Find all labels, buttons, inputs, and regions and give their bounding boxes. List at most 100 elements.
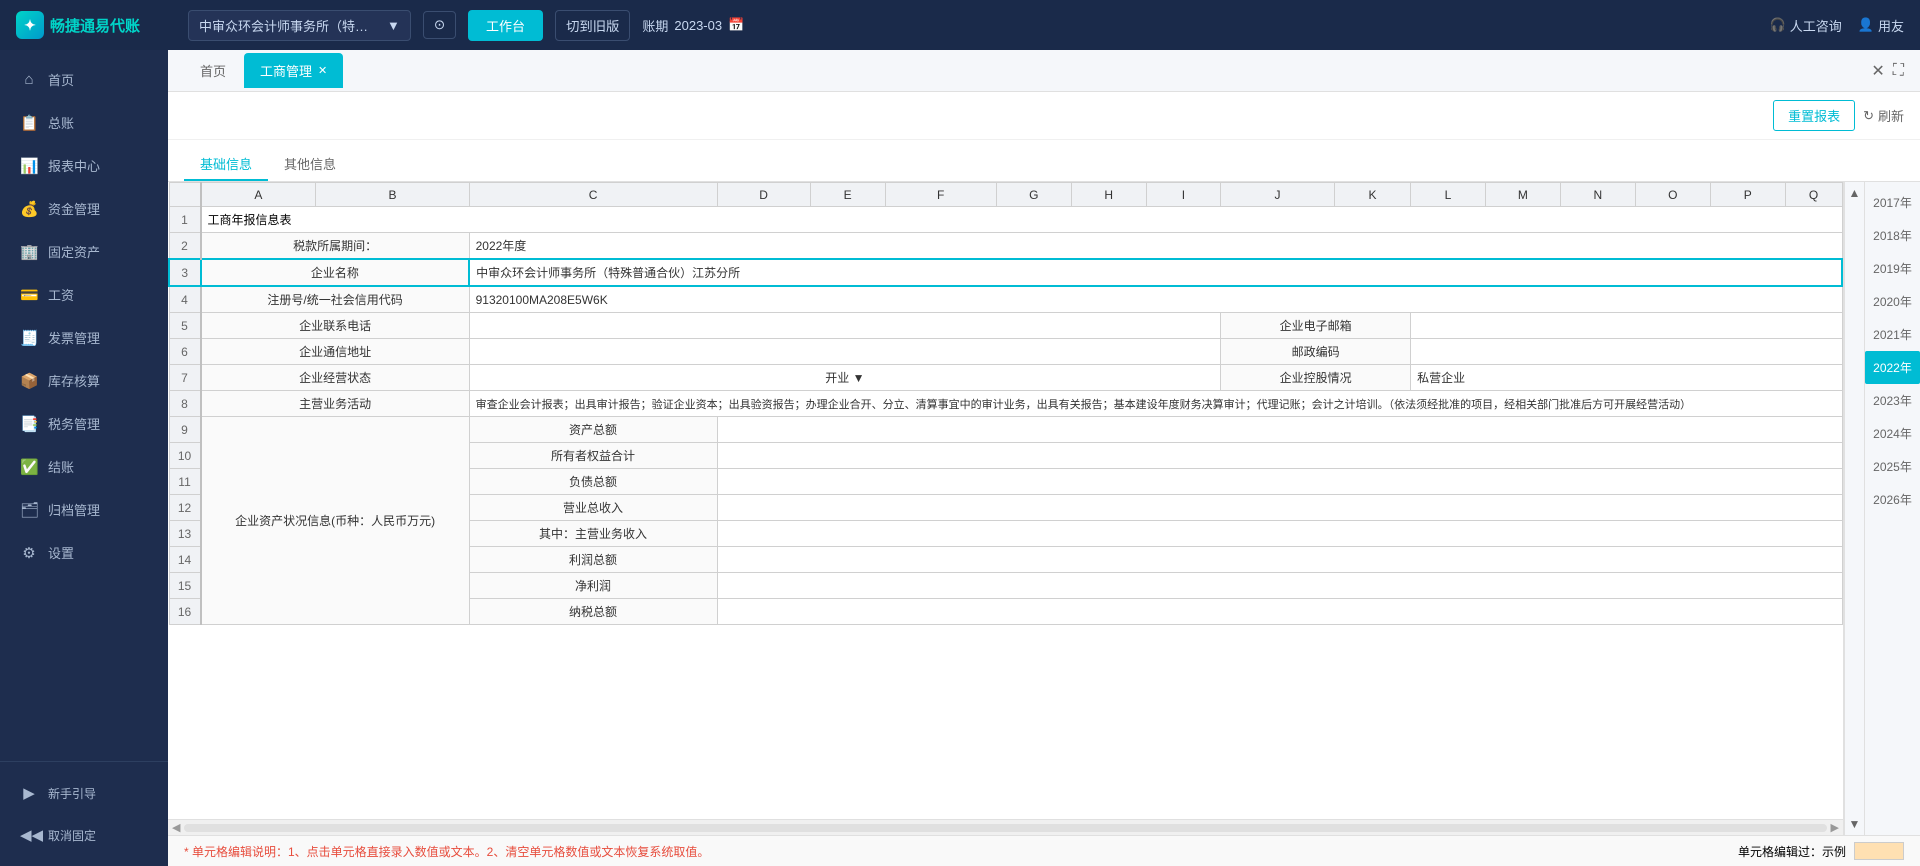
sample-label: 单元格编辑过：示例 [1738, 843, 1846, 860]
col-header-K[interactable]: K [1334, 183, 1410, 207]
profit-value[interactable] [717, 547, 1842, 573]
col-header-P[interactable]: P [1710, 183, 1785, 207]
payroll-icon: 💳 [20, 286, 38, 304]
col-header-G[interactable]: G [996, 183, 1071, 207]
tax-total-value[interactable] [717, 599, 1842, 625]
year-item-2023[interactable]: 2023年 [1865, 384, 1920, 417]
sidebar-item-finance[interactable]: 💰 资金管理 [0, 187, 168, 230]
spreadsheet-title[interactable]: 工商年报信息表 [201, 207, 1842, 233]
h-scroll-track[interactable] [184, 824, 1826, 832]
net-profit-label: 净利润 [469, 573, 717, 599]
logo: ✦ 畅捷通易代账 [16, 11, 176, 39]
row-num-16: 16 [169, 599, 201, 625]
net-profit-value[interactable] [717, 573, 1842, 599]
sub-tab-basic[interactable]: 基础信息 [184, 148, 268, 181]
col-header-I[interactable]: I [1146, 183, 1220, 207]
sidebar-item-inventory[interactable]: 📦 库存核算 [0, 359, 168, 402]
total-assets-value[interactable] [717, 417, 1842, 443]
postal-value[interactable] [1411, 339, 1842, 365]
spreadsheet-wrap[interactable]: A B C D E F G H I J K L [168, 182, 1843, 819]
year-label: 2021年 [1873, 328, 1912, 342]
company-value[interactable]: 中审众环会计师事务所（特殊普通合伙）江苏分所 [469, 259, 1842, 286]
sidebar-item-guide[interactable]: ▶ 新手引导 [0, 772, 168, 814]
email-value[interactable] [1411, 313, 1842, 339]
business-value[interactable]: 审查企业会计报表；出具审计报告；验证企业资本；出具验资报告；办理企业合开、分立、… [469, 391, 1842, 417]
col-header-Q[interactable]: Q [1785, 183, 1842, 207]
sidebar-item-report[interactable]: 📊 报表中心 [0, 144, 168, 187]
copy-button[interactable]: ⊙ [423, 11, 456, 39]
equity-value[interactable] [717, 443, 1842, 469]
address-value[interactable] [469, 339, 1221, 365]
tab-commerce[interactable]: 工商管理 ✕ [244, 53, 343, 88]
col-header-M[interactable]: M [1485, 183, 1560, 207]
expand-panel-button[interactable]: ⛶ [1893, 62, 1904, 80]
sidebar-item-assets[interactable]: 🏢 固定资产 [0, 230, 168, 273]
arrow-up-button[interactable]: ▲ [1849, 186, 1861, 200]
h-scrollbar[interactable]: ◀ ▶ [168, 819, 1843, 835]
status-value[interactable]: 开业 ▼ [469, 365, 1221, 391]
col-header-N[interactable]: N [1560, 183, 1635, 207]
sidebar-item-unpin[interactable]: ◀◀ 取消固定 [0, 814, 168, 856]
sidebar-item-settings[interactable]: ⚙ 设置 [0, 531, 168, 574]
revenue-value[interactable] [717, 495, 1842, 521]
invoice-icon: 🧾 [20, 329, 38, 347]
col-header-D[interactable]: D [717, 183, 810, 207]
row-num-14: 14 [169, 547, 201, 573]
sidebar-item-closing[interactable]: ✅ 结账 [0, 445, 168, 488]
sub-tab-other[interactable]: 其他信息 [268, 148, 352, 181]
col-header-L[interactable]: L [1411, 183, 1486, 207]
consult-item[interactable]: 🎧 人工咨询 [1770, 16, 1842, 35]
sidebar-item-archive[interactable]: 🗂 归档管理 [0, 488, 168, 531]
year-item-2018[interactable]: 2018年 [1865, 219, 1920, 252]
year-item-2020[interactable]: 2020年 [1865, 285, 1920, 318]
close-panel-button[interactable]: ✕ [1871, 61, 1884, 81]
sidebar-item-home[interactable]: ⌂ 首页 [0, 58, 168, 101]
unpin-icon: ◀◀ [20, 826, 38, 844]
calendar-icon[interactable]: 📅 [728, 17, 744, 33]
year-item-2026[interactable]: 2026年 [1865, 483, 1920, 516]
year-panel: 2017年 2018年 2019年 2020年 2021年 [1864, 182, 1920, 835]
consult-label: 人工咨询 [1790, 16, 1842, 35]
col-header-B[interactable]: B [316, 183, 469, 207]
year-item-2019[interactable]: 2019年 [1865, 252, 1920, 285]
company-label: 企业名称 [201, 259, 470, 286]
sidebar-item-payroll[interactable]: 💳 工资 [0, 273, 168, 316]
user-item[interactable]: 👤 用友 [1858, 16, 1904, 35]
liabilities-value[interactable] [717, 469, 1842, 495]
equity-label: 所有者权益合计 [469, 443, 717, 469]
year-item-2025[interactable]: 2025年 [1865, 450, 1920, 483]
reset-button[interactable]: 重置报表 [1773, 100, 1855, 131]
tab-close-icon[interactable]: ✕ [318, 64, 327, 77]
arrow-down-button[interactable]: ▼ [1849, 817, 1861, 831]
row-num-11: 11 [169, 469, 201, 495]
col-header-O[interactable]: O [1635, 183, 1710, 207]
col-header-E[interactable]: E [810, 183, 885, 207]
refresh-button[interactable]: ↻ 刷新 [1863, 100, 1904, 131]
col-header-J[interactable]: J [1221, 183, 1335, 207]
refresh-icon: ↻ [1863, 108, 1874, 124]
main-revenue-value[interactable] [717, 521, 1842, 547]
revenue-label: 营业总收入 [469, 495, 717, 521]
toolbar: 重置报表 ↻ 刷新 [168, 92, 1920, 140]
regcode-value[interactable]: 91320100MA208E5W6K [469, 286, 1842, 313]
year-item-2017[interactable]: 2017年 [1865, 186, 1920, 219]
row-num-13: 13 [169, 521, 201, 547]
year-item-2022[interactable]: 2022年 [1865, 351, 1920, 384]
period-value[interactable]: 2022年度 [469, 233, 1842, 260]
company-selector[interactable]: 中审众环会计师事务所（特殊普通合伙... ▼ [188, 10, 411, 41]
tab-home[interactable]: 首页 [184, 53, 242, 88]
year-item-2021[interactable]: 2021年 [1865, 318, 1920, 351]
sidebar-item-tax[interactable]: 📑 税务管理 [0, 402, 168, 445]
workbench-button[interactable]: 工作台 [468, 10, 543, 41]
col-header-H[interactable]: H [1071, 183, 1146, 207]
col-header-C[interactable]: C [469, 183, 717, 207]
year-item-2024[interactable]: 2024年 [1865, 417, 1920, 450]
ownership-value[interactable]: 私营企业 [1411, 365, 1842, 391]
sidebar-item-invoice[interactable]: 🧾 发票管理 [0, 316, 168, 359]
sidebar-item-ledger[interactable]: 📋 总账 [0, 101, 168, 144]
phone-value[interactable] [469, 313, 1221, 339]
table-row: 8 主营业务活动 审查企业会计报表；出具审计报告；验证企业资本；出具验资报告；办… [169, 391, 1842, 417]
col-header-A[interactable]: A [201, 183, 316, 207]
old-version-button[interactable]: 切到旧版 [555, 10, 630, 41]
col-header-F[interactable]: F [885, 183, 996, 207]
